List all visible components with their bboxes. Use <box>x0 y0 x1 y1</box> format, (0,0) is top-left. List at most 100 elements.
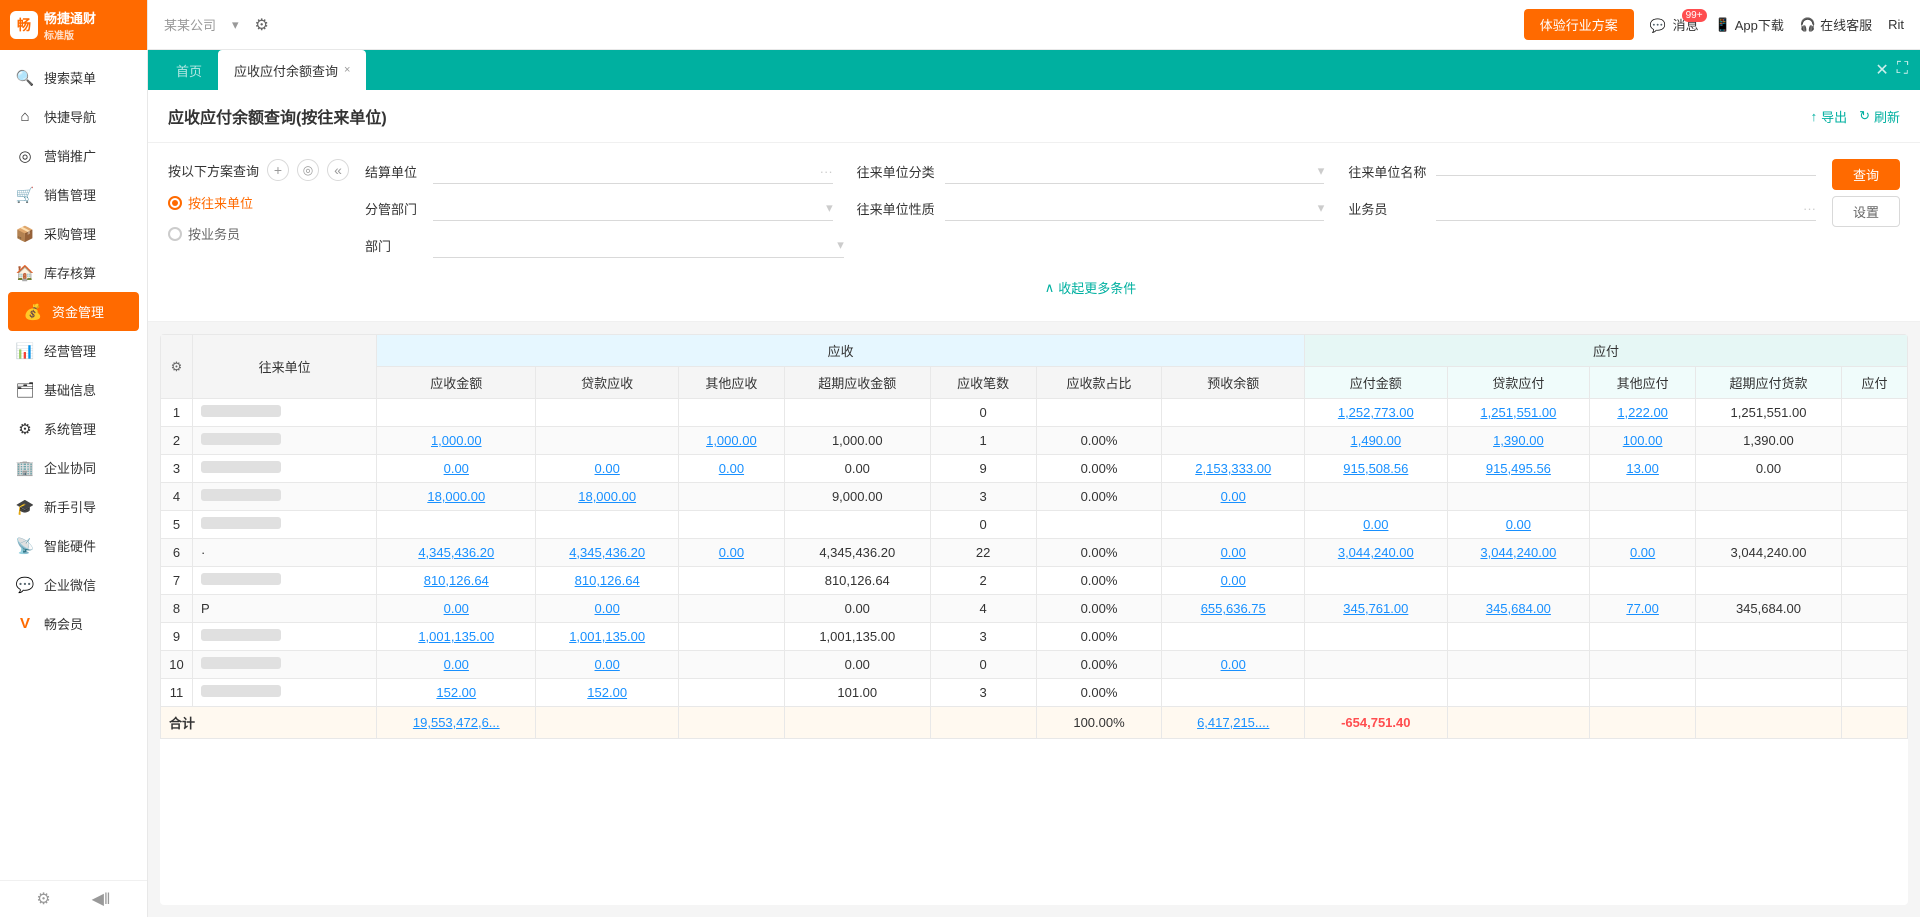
settings-gear-icon[interactable]: ⚙ <box>255 15 269 35</box>
table-cell[interactable]: 0.00 <box>1162 483 1305 511</box>
table-cell[interactable]: 2,153,333.00 <box>1162 455 1305 483</box>
table-cell[interactable]: 810,126.64 <box>377 567 536 595</box>
support-btn[interactable]: 🎧 在线客服 <box>1800 15 1872 34</box>
table-cell[interactable]: 655,636.75 <box>1162 595 1305 623</box>
table-config-icon[interactable]: ⚙ <box>171 359 183 374</box>
table-cell[interactable]: 915,495.56 <box>1447 455 1590 483</box>
table-cell[interactable]: 4,345,436.20 <box>377 539 536 567</box>
table-cell[interactable]: 3,044,240.00 <box>1305 539 1448 567</box>
username[interactable]: Rit <box>1888 17 1904 32</box>
sidebar-item-operation[interactable]: 📊 经营管理 <box>0 331 147 370</box>
table-cell[interactable]: 0.00 <box>678 539 784 567</box>
tabbar-actions: ✕ ⛶ <box>1875 60 1908 80</box>
table-cell[interactable]: 77.00 <box>1590 595 1696 623</box>
filter-collapse-button[interactable]: « <box>327 159 349 181</box>
wanglai-fenlei-chevron[interactable]: ▾ <box>1318 163 1325 179</box>
tab-close-icon[interactable]: × <box>344 64 350 76</box>
scheme-settings-button[interactable]: ◎ <box>297 159 319 181</box>
sidebar-item-system[interactable]: ⚙ 系统管理 <box>0 409 147 448</box>
table-cell[interactable]: 100.00 <box>1590 427 1696 455</box>
scheme-by-unit[interactable]: 按往来单位 <box>168 189 349 216</box>
sidebar-item-search[interactable]: 🔍 搜索菜单 <box>0 58 147 97</box>
wanglai-xingzhi-field: 往来单位性质 ▾ <box>857 196 1325 221</box>
table-cell[interactable]: 0.00 <box>1162 539 1305 567</box>
table-cell[interactable]: 0.00 <box>1162 651 1305 679</box>
query-button[interactable]: 查询 <box>1832 159 1900 190</box>
table-cell[interactable]: 0.00 <box>1162 567 1305 595</box>
sidebar-item-purchase[interactable]: 📦 采购管理 <box>0 214 147 253</box>
setting-button[interactable]: 设置 <box>1832 196 1900 227</box>
table-cell[interactable]: 1,001,135.00 <box>536 623 679 651</box>
total-yingshou-je[interactable]: 19,553,472,6... <box>377 707 536 739</box>
sidebar-item-quicknav[interactable]: ⌂ 快捷导航 <box>0 97 147 136</box>
sidebar-item-wechat[interactable]: 💬 企业微信 <box>0 565 147 604</box>
sidebar-item-corp[interactable]: 🏢 企业协同 <box>0 448 147 487</box>
tab-home[interactable]: 首页 <box>160 50 218 90</box>
table-cell[interactable]: 1,000.00 <box>377 427 536 455</box>
total-qt-ys <box>678 707 784 739</box>
settings-icon[interactable]: ⚙ <box>36 889 50 909</box>
promo-button[interactable]: 体验行业方案 <box>1524 9 1634 40</box>
dropdown-icon[interactable]: ▾ <box>232 17 239 33</box>
wanglai-xingzhi-chevron[interactable]: ▾ <box>1318 200 1325 216</box>
table-cell[interactable]: 18,000.00 <box>536 483 679 511</box>
sidebar-item-newbie[interactable]: 🎓 新手引导 <box>0 487 147 526</box>
table-cell[interactable]: 1,222.00 <box>1590 399 1696 427</box>
sidebar-item-member[interactable]: V 畅会员 <box>0 604 147 643</box>
close-window-icon[interactable]: ✕ <box>1875 60 1888 80</box>
sidebar-item-finance[interactable]: 💰 资金管理 <box>8 292 139 331</box>
app-download-btn[interactable]: 📱 App下载 <box>1715 15 1784 34</box>
jiesuan-ellipsis[interactable]: ··· <box>820 164 833 179</box>
table-cell[interactable]: 4,345,436.20 <box>536 539 679 567</box>
scheme-by-salesperson[interactable]: 按业务员 <box>168 220 349 247</box>
table-cell[interactable]: 18,000.00 <box>377 483 536 511</box>
col-daikuan-yf: 贷款应付 <box>1447 367 1590 399</box>
sidebar-item-hardware[interactable]: 📡 智能硬件 <box>0 526 147 565</box>
table-cell[interactable]: 13.00 <box>1590 455 1696 483</box>
table-cell[interactable]: 1,252,773.00 <box>1305 399 1448 427</box>
fenguan-chevron[interactable]: ▾ <box>826 200 833 216</box>
yewuyuan-ellipsis[interactable]: ··· <box>1803 201 1816 216</box>
table-cell[interactable]: 0.00 <box>377 651 536 679</box>
collapse-icon[interactable]: ◀‖ <box>92 889 111 909</box>
table-cell <box>1305 651 1448 679</box>
table-cell[interactable]: 0.00 <box>377 455 536 483</box>
table-cell[interactable]: 345,761.00 <box>1305 595 1448 623</box>
add-scheme-button[interactable]: + <box>267 159 289 181</box>
table-cell[interactable]: 0.00 <box>377 595 536 623</box>
table-cell[interactable]: 915,508.56 <box>1305 455 1448 483</box>
tab-ar-ap[interactable]: 应收应付余额查询 × <box>218 50 366 90</box>
table-cell[interactable]: 1,001,135.00 <box>377 623 536 651</box>
table-cell[interactable]: 1,490.00 <box>1305 427 1448 455</box>
refresh-button[interactable]: ↻ 刷新 <box>1859 107 1900 126</box>
table-cell[interactable]: 0.00 <box>536 651 679 679</box>
sidebar-item-warehouse[interactable]: 🏠 库存核算 <box>0 253 147 292</box>
table-cell[interactable]: 0.00 <box>678 455 784 483</box>
table-cell[interactable]: 1,251,551.00 <box>1447 399 1590 427</box>
table-cell[interactable]: 152.00 <box>377 679 536 707</box>
sidebar-item-basic[interactable]: 🗂 基础信息 <box>0 370 147 409</box>
table-cell[interactable]: 810,126.64 <box>536 567 679 595</box>
table-cell[interactable]: 3,044,240.00 <box>1447 539 1590 567</box>
fullscreen-icon[interactable]: ⛶ <box>1897 60 1908 80</box>
table-cell[interactable]: 1,000.00 <box>678 427 784 455</box>
total-daikuan-ys <box>536 707 679 739</box>
table-cell[interactable]: 0.00 <box>1590 539 1696 567</box>
table-cell[interactable]: 1,390.00 <box>1447 427 1590 455</box>
table-cell: 4 <box>930 595 1036 623</box>
bumen-chevron[interactable]: ▾ <box>837 237 844 253</box>
company-name: 某某公司 <box>164 15 216 34</box>
collapse-more-btn[interactable]: ∧ 收起更多条件 <box>1045 274 1137 301</box>
table-cell[interactable]: 152.00 <box>536 679 679 707</box>
export-button[interactable]: ↑ 导出 <box>1811 107 1848 126</box>
notification-badge[interactable]: 💬 消息 99+ <box>1650 15 1699 34</box>
sidebar-item-sales[interactable]: 🛒 销售管理 <box>0 175 147 214</box>
table-cell[interactable]: 0.00 <box>1447 511 1590 539</box>
table-cell[interactable]: 0.00 <box>1305 511 1448 539</box>
total-yushou-ye[interactable]: 6,417,215.... <box>1162 707 1305 739</box>
table-cell[interactable]: 345,684.00 <box>1447 595 1590 623</box>
table-cell[interactable]: 0.00 <box>536 595 679 623</box>
sales-icon: 🛒 <box>16 186 34 204</box>
sidebar-item-marketing[interactable]: ◎ 营销推广 <box>0 136 147 175</box>
table-cell[interactable]: 0.00 <box>536 455 679 483</box>
